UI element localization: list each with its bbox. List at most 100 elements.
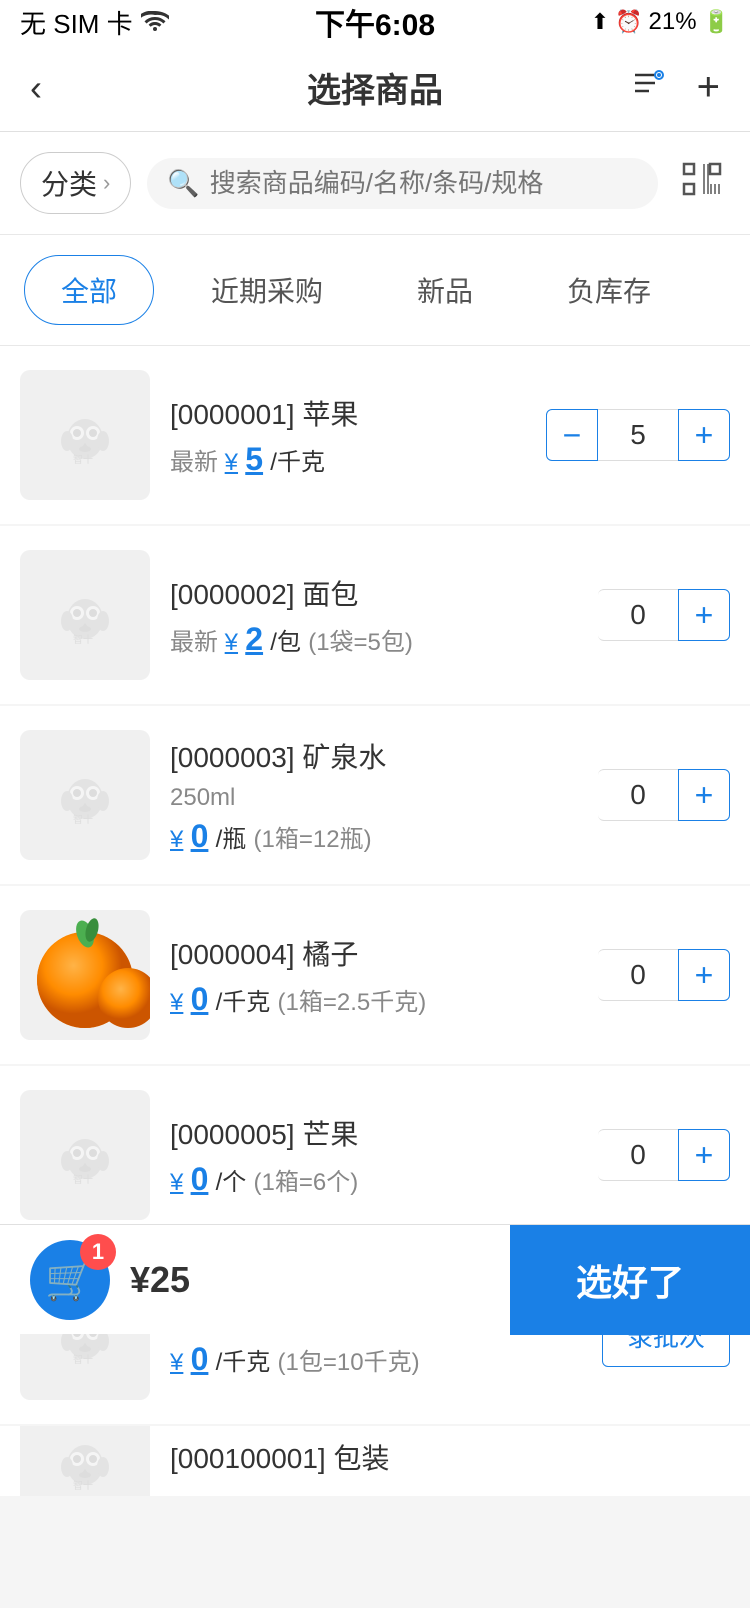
page-title: 选择商品 — [307, 63, 443, 112]
cart-total: ¥25 — [130, 1259, 190, 1301]
product-price: ¥ 0 /千克 (1包=10千克) — [170, 1341, 582, 1378]
category-label: 分类 — [41, 163, 97, 203]
price-yuan: ¥ — [170, 826, 183, 853]
product-image-wrap: 智十 — [20, 1090, 150, 1220]
nav-bar: ‹ 选择商品 + — [0, 44, 750, 132]
price-unit: /千克 — [216, 1349, 271, 1376]
price-sub: (1袋=5包) — [308, 629, 413, 656]
search-box: 🔍 — [147, 158, 658, 209]
svg-text:智十: 智十 — [73, 1173, 93, 1185]
product-info: [0000004] 橘子 ¥ 0 /千克 (1箱=2.5千克) — [170, 933, 578, 1018]
tab-negative[interactable]: 负库存 — [530, 255, 688, 325]
filter-icon[interactable] — [631, 65, 667, 110]
product-name: [0000005] 芒果 — [170, 1113, 578, 1153]
product-image-placeholder: 智十 — [20, 1426, 150, 1496]
product-price: ¥ 0 /千克 (1箱=2.5千克) — [170, 981, 578, 1018]
filter-search-bar: 分类 › 🔍 — [0, 132, 750, 235]
product-name: [0000002] 面包 — [170, 573, 578, 613]
cart-badge: 1 — [80, 1234, 116, 1270]
price-label: 最新 — [170, 629, 225, 656]
quantity-input[interactable] — [598, 949, 678, 1001]
status-bar-right: ⬆ ⏰ 21% 🔋 — [591, 8, 730, 36]
cart-section: 🛒 1 ¥25 — [0, 1240, 510, 1320]
price-yuan: ¥ — [225, 449, 238, 476]
price-yuan: ¥ — [170, 989, 183, 1016]
search-input[interactable] — [210, 168, 638, 199]
product-image-placeholder: 智十 — [20, 1090, 150, 1220]
list-item: 智十 [0000001] 苹果 最新 ¥ 5 /千克 − + — [0, 346, 750, 524]
chevron-icon: › — [103, 170, 110, 196]
decrease-button[interactable]: − — [546, 409, 598, 461]
list-item: 智十 [0000005] 芒果 ¥ 0 /个 (1箱=6个) + — [0, 1066, 750, 1244]
price-sub: (1包=10千克) — [278, 1349, 420, 1376]
price-yuan: ¥ — [170, 1349, 183, 1376]
price-unit: /千克 — [270, 449, 325, 476]
product-info: [0000001] 苹果 最新 ¥ 5 /千克 — [170, 393, 526, 478]
quantity-control: + — [598, 769, 730, 821]
quantity-control: + — [598, 1129, 730, 1181]
product-image-wrap: 智十 — [20, 1426, 150, 1496]
increase-button[interactable]: + — [678, 409, 730, 461]
quantity-input[interactable] — [598, 589, 678, 641]
status-bar: 无 SIM 卡 下午6:08 ⬆ ⏰ 21% 🔋 — [0, 0, 750, 44]
product-price: 最新 ¥ 2 /包 (1袋=5包) — [170, 621, 578, 658]
nav-actions: + — [631, 65, 720, 110]
status-bar-time: 下午6:08 — [315, 0, 435, 44]
product-name: [0000003] 矿泉水 — [170, 736, 578, 776]
svg-text:智十: 智十 — [73, 813, 93, 825]
product-name: [0000001] 苹果 — [170, 393, 526, 433]
product-info: [0000002] 面包 最新 ¥ 2 /包 (1袋=5包) — [170, 573, 578, 658]
quantity-control: + — [598, 949, 730, 1001]
price-unit: /千克 — [216, 989, 271, 1016]
quantity-input[interactable] — [598, 1129, 678, 1181]
increase-button[interactable]: + — [678, 769, 730, 821]
alarm-icon: ⏰ — [615, 9, 642, 35]
product-info: [0000003] 矿泉水 250ml ¥ 0 /瓶 (1箱=12瓶) — [170, 736, 578, 855]
category-button[interactable]: 分类 › — [20, 152, 131, 214]
battery-icon: 🔋 — [703, 9, 730, 35]
back-button[interactable]: ‹ — [30, 67, 42, 109]
increase-button[interactable]: + — [678, 589, 730, 641]
svg-text:智十: 智十 — [73, 1353, 93, 1365]
product-price: 最新 ¥ 5 /千克 — [170, 441, 526, 478]
list-item: 智十 [0000002] 面包 最新 ¥ 2 /包 (1袋=5包) + — [0, 526, 750, 704]
tab-all[interactable]: 全部 — [24, 255, 154, 325]
quantity-control: − + — [546, 409, 730, 461]
product-image — [20, 910, 150, 1040]
price-yuan: ¥ — [225, 629, 238, 656]
svg-text:智十: 智十 — [73, 453, 93, 465]
tab-bar: 全部近期采购新品负库存 — [0, 235, 750, 346]
quantity-input[interactable] — [598, 769, 678, 821]
tab-recent[interactable]: 近期采购 — [174, 255, 360, 325]
search-icon: 🔍 — [167, 168, 199, 199]
price-amount: 0 — [191, 981, 209, 1017]
price-amount: 2 — [245, 621, 263, 657]
price-sub: (1箱=6个) — [254, 1169, 359, 1196]
price-unit: /瓶 — [216, 826, 247, 853]
increase-button[interactable]: + — [678, 949, 730, 1001]
svg-text:智十: 智十 — [73, 633, 93, 645]
confirm-button[interactable]: 选好了 — [510, 1225, 750, 1335]
product-price: ¥ 0 /个 (1箱=6个) — [170, 1161, 578, 1198]
product-image-placeholder: 智十 — [20, 730, 150, 860]
increase-button[interactable]: + — [678, 1129, 730, 1181]
bottom-bar: 🛒 1 ¥25 选好了 — [0, 1224, 750, 1334]
list-item: 智十 [000100001] 包装 — [0, 1426, 750, 1496]
list-item: 智十 [0000003] 矿泉水 250ml ¥ 0 /瓶 (1箱=12瓶) + — [0, 706, 750, 884]
product-price: ¥ 0 /瓶 (1箱=12瓶) — [170, 818, 578, 855]
product-image-wrap: 智十 — [20, 370, 150, 500]
product-image-wrap: 智十 — [20, 550, 150, 680]
quantity-control: + — [598, 589, 730, 641]
svg-text:智十: 智十 — [73, 1479, 93, 1491]
add-button[interactable]: + — [697, 65, 720, 110]
carrier-label: 无 SIM 卡 — [20, 4, 133, 41]
product-name: [000100001] 包装 — [170, 1437, 730, 1477]
tab-new[interactable]: 新品 — [380, 255, 510, 325]
cart-button[interactable]: 🛒 1 — [30, 1240, 110, 1320]
price-amount: 0 — [191, 1161, 209, 1197]
quantity-input[interactable] — [598, 409, 678, 461]
price-sub: (1箱=12瓶) — [254, 826, 372, 853]
price-unit: /个 — [216, 1169, 247, 1196]
status-bar-left: 无 SIM 卡 — [20, 4, 169, 41]
barcode-button[interactable] — [674, 158, 730, 209]
